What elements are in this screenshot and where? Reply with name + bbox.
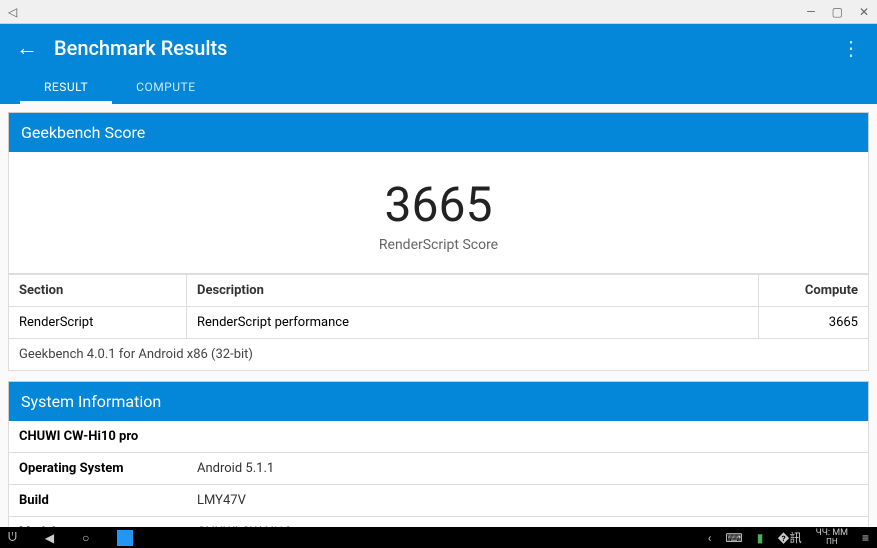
tab-result[interactable]: RESULT [20,72,112,104]
system-row: Operating System Android 5.1.1 [8,453,869,485]
back-arrow-icon[interactable]: ← [16,35,38,61]
system-value: LMY47V [187,485,868,516]
col-description: Description [187,275,759,307]
cell-section: RenderScript [9,307,187,339]
overflow-menu-icon[interactable]: ⋮ [841,36,861,60]
table-footer-text: Geekbench 4.0.1 for Android x86 (32-bit) [9,339,869,371]
cell-compute: 3665 [759,307,869,339]
nav-home-icon[interactable]: ○ [82,531,89,545]
close-button[interactable]: ✕ [859,5,869,19]
tab-compute[interactable]: COMPUTE [112,72,219,104]
keyboard-icon[interactable]: ⌨ [725,531,742,545]
back-triangle-icon[interactable]: ◁ [8,5,17,19]
table-footer: Geekbench 4.0.1 for Android x86 (32-bit) [9,339,869,371]
system-device-name: CHUWI CW-Hi10 pro [8,421,869,453]
score-block: 3665 RenderScript Score [8,152,869,274]
score-label: RenderScript Score [9,237,868,253]
section-geekbench-score: Geekbench Score [8,112,869,152]
system-value: Android 5.1.1 [187,453,868,484]
app-bar: ← Benchmark Results ⋮ [0,24,877,72]
col-section: Section [9,275,187,307]
maximize-button[interactable]: ▢ [832,5,843,19]
system-label: Operating System [9,453,187,484]
section-system-information: System Information [8,381,869,421]
app-icon[interactable] [117,530,133,546]
page-title: Benchmark Results [54,36,841,60]
results-table: Section Description Compute RenderScript… [8,274,869,371]
col-compute: Compute [759,275,869,307]
clock-day: ПН [816,538,848,546]
tab-bar: RESULT COMPUTE [0,72,877,104]
battery-icon: ▮ [757,531,764,545]
menu-lines-icon[interactable]: ≡ [862,531,869,545]
chevron-left-icon[interactable]: ‹ [708,531,712,545]
system-value: CHUWI CW-Hi10 pro [187,517,868,527]
system-row: Model CHUWI CW-Hi10 pro [8,517,869,527]
cell-description: RenderScript performance [187,307,759,339]
clock: ЧЧ: ММ ПН [816,529,848,546]
score-value: 3665 [9,176,868,233]
system-label: Build [9,485,187,516]
content-area[interactable]: Geekbench Score 3665 RenderScript Score … [0,104,877,527]
system-row: Build LMY47V [8,485,869,517]
logo-icon[interactable]: ᕫ [8,530,17,545]
taskbar: ᕫ ◀ ○ ‹ ⌨ ▮ �訊 ЧЧ: ММ ПН ≡ [0,527,877,548]
table-row: RenderScript RenderScript performance 36… [9,307,869,339]
minimize-button[interactable]: — [806,5,815,19]
system-label: Model [9,517,187,527]
wifi-icon: �訊 [777,529,801,546]
nav-back-icon[interactable]: ◀ [45,531,54,545]
window-chrome: ◁ — ▢ ✕ [0,0,877,24]
